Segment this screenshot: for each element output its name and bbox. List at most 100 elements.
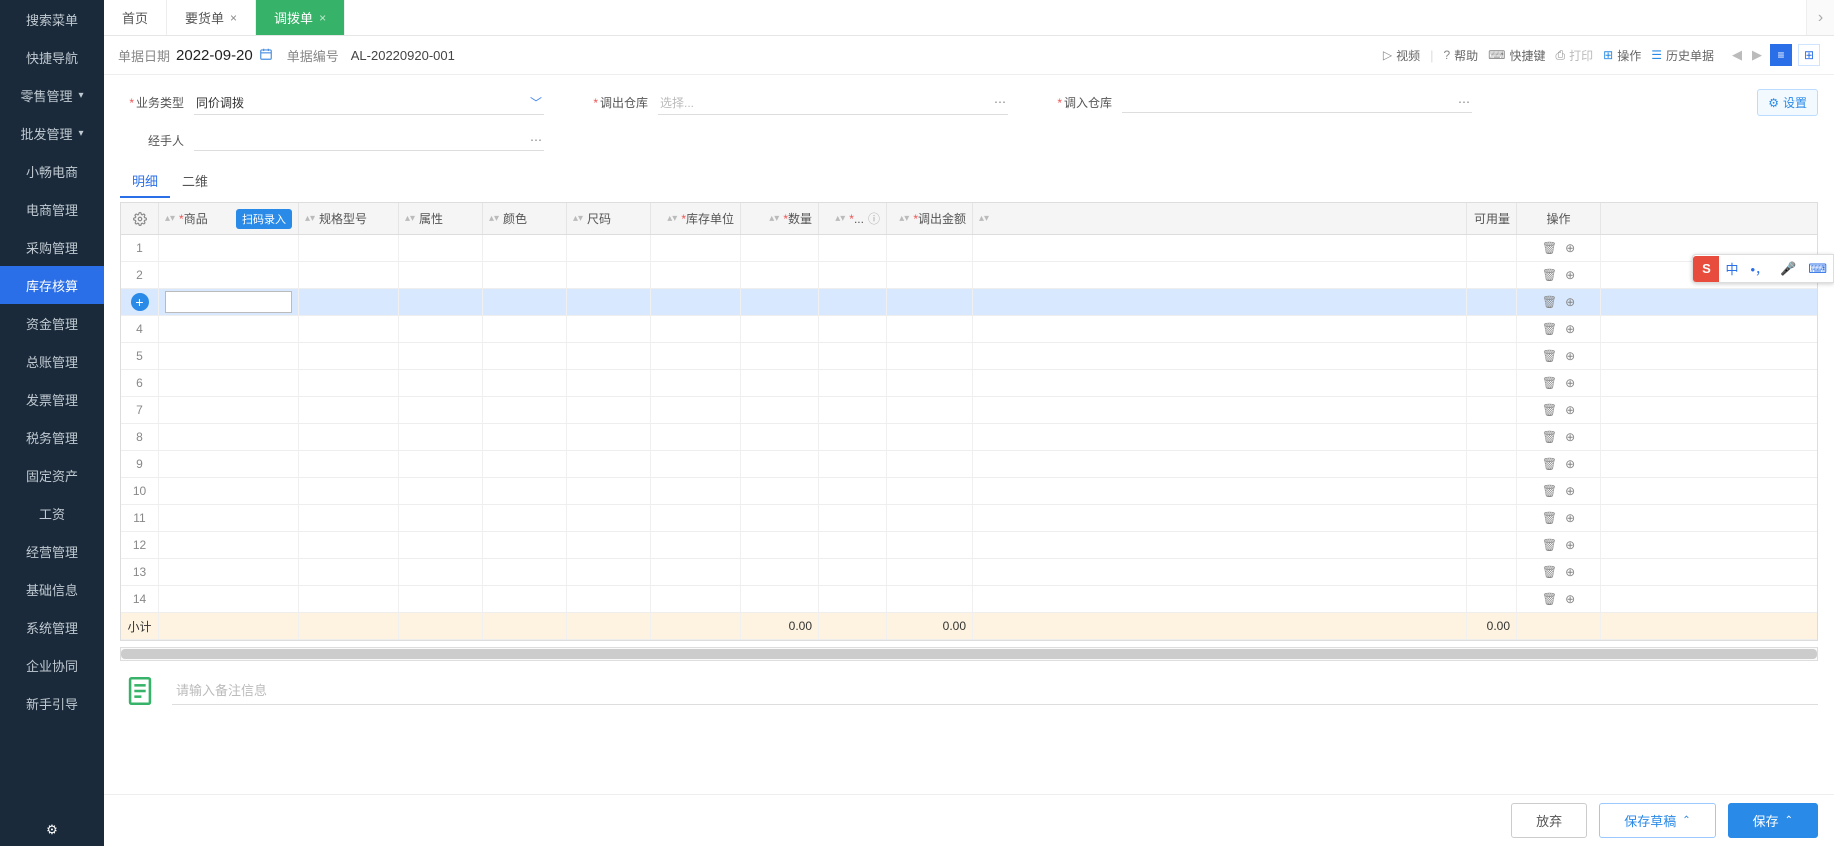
shortcut-button[interactable]: ⌨快捷键 bbox=[1488, 47, 1545, 64]
cell[interactable] bbox=[299, 397, 399, 423]
table-row[interactable]: 5🗑⊕ bbox=[121, 343, 1817, 370]
cell[interactable] bbox=[819, 343, 887, 369]
ime-mic-icon[interactable]: 🎤 bbox=[1774, 257, 1802, 281]
prev-doc-button[interactable]: ◀ bbox=[1730, 47, 1744, 63]
insert-row-icon[interactable]: ⊕ bbox=[1565, 322, 1575, 336]
cell[interactable] bbox=[651, 235, 741, 261]
cell[interactable] bbox=[973, 343, 1467, 369]
cell[interactable] bbox=[1467, 586, 1517, 612]
sort-icon[interactable]: ▴▾ bbox=[573, 216, 583, 221]
table-row[interactable]: 12🗑⊕ bbox=[121, 532, 1817, 559]
cell[interactable] bbox=[741, 424, 819, 450]
cell[interactable] bbox=[567, 289, 651, 315]
cell[interactable] bbox=[399, 397, 483, 423]
insert-row-icon[interactable]: ⊕ bbox=[1565, 430, 1575, 444]
col-qty[interactable]: ▴▾*数量 bbox=[741, 203, 819, 234]
cell[interactable] bbox=[483, 451, 567, 477]
cell[interactable] bbox=[973, 478, 1467, 504]
cell[interactable] bbox=[819, 289, 887, 315]
cell[interactable] bbox=[887, 289, 973, 315]
insert-row-icon[interactable]: ⊕ bbox=[1565, 565, 1575, 579]
table-row[interactable]: 6🗑⊕ bbox=[121, 370, 1817, 397]
cell[interactable] bbox=[973, 451, 1467, 477]
sidebar-item-6[interactable]: 采购管理 bbox=[0, 228, 104, 266]
cell[interactable] bbox=[887, 262, 973, 288]
list-view-button[interactable]: ≡ bbox=[1770, 44, 1792, 66]
cell[interactable] bbox=[973, 235, 1467, 261]
cell[interactable] bbox=[651, 397, 741, 423]
cell[interactable] bbox=[299, 235, 399, 261]
cell[interactable] bbox=[159, 370, 299, 396]
cell[interactable] bbox=[651, 451, 741, 477]
col-attr[interactable]: ▴▾属性 bbox=[399, 203, 483, 234]
insert-row-icon[interactable]: ⊕ bbox=[1565, 457, 1575, 471]
tab-1[interactable]: 要货单× bbox=[167, 0, 256, 35]
product-cell-input[interactable] bbox=[165, 291, 292, 313]
cell[interactable] bbox=[299, 262, 399, 288]
cell[interactable] bbox=[159, 397, 299, 423]
cell[interactable] bbox=[299, 505, 399, 531]
cell[interactable] bbox=[973, 505, 1467, 531]
col-available[interactable]: 可用量 bbox=[1467, 203, 1517, 234]
biz-type-select[interactable]: 同价调拨 ﹀ bbox=[194, 91, 544, 115]
cell[interactable] bbox=[399, 343, 483, 369]
delete-row-icon[interactable]: 🗑 bbox=[1542, 376, 1557, 390]
cell[interactable] bbox=[399, 424, 483, 450]
cell[interactable] bbox=[299, 451, 399, 477]
tab-matrix[interactable]: 二维 bbox=[170, 165, 220, 198]
out-store-select[interactable]: 选择... ⋯ bbox=[658, 91, 1008, 115]
cell[interactable] bbox=[159, 478, 299, 504]
delete-row-icon[interactable]: 🗑 bbox=[1542, 295, 1557, 309]
cell[interactable] bbox=[567, 370, 651, 396]
cell[interactable] bbox=[1467, 316, 1517, 342]
delete-row-icon[interactable]: 🗑 bbox=[1542, 511, 1557, 525]
cell[interactable] bbox=[819, 370, 887, 396]
insert-row-icon[interactable]: ⊕ bbox=[1565, 511, 1575, 525]
cell[interactable] bbox=[1467, 559, 1517, 585]
cell[interactable] bbox=[483, 559, 567, 585]
cell[interactable] bbox=[651, 532, 741, 558]
cell[interactable] bbox=[887, 397, 973, 423]
cell[interactable] bbox=[567, 316, 651, 342]
cell[interactable] bbox=[567, 262, 651, 288]
cell[interactable] bbox=[973, 424, 1467, 450]
cell[interactable] bbox=[299, 532, 399, 558]
cell[interactable] bbox=[651, 289, 741, 315]
ime-lang-toggle[interactable]: 中 bbox=[1719, 255, 1744, 282]
cell[interactable] bbox=[399, 586, 483, 612]
notes-input[interactable] bbox=[172, 677, 1818, 705]
col-size[interactable]: ▴▾尺码 bbox=[567, 203, 651, 234]
cell[interactable] bbox=[1467, 289, 1517, 315]
scrollbar-thumb[interactable] bbox=[121, 649, 1817, 659]
sidebar-item-18[interactable]: 新手引导 bbox=[0, 684, 104, 722]
delete-row-icon[interactable]: 🗑 bbox=[1542, 322, 1557, 336]
cell[interactable] bbox=[159, 586, 299, 612]
cell[interactable] bbox=[973, 316, 1467, 342]
cell[interactable] bbox=[399, 370, 483, 396]
cell[interactable] bbox=[819, 532, 887, 558]
col-color[interactable]: ▴▾颜色 bbox=[483, 203, 567, 234]
save-button[interactable]: 保存⌃ bbox=[1728, 803, 1818, 838]
cell[interactable] bbox=[299, 559, 399, 585]
sidebar-item-9[interactable]: 总账管理 bbox=[0, 342, 104, 380]
tab-detail[interactable]: 明细 bbox=[120, 165, 170, 198]
cell[interactable] bbox=[399, 316, 483, 342]
sort-icon[interactable]: ▴▾ bbox=[305, 216, 315, 221]
cell[interactable] bbox=[159, 235, 299, 261]
delete-row-icon[interactable]: 🗑 bbox=[1542, 457, 1557, 471]
sidebar-item-14[interactable]: 经营管理 bbox=[0, 532, 104, 570]
cell[interactable] bbox=[741, 505, 819, 531]
cell[interactable] bbox=[741, 397, 819, 423]
cell[interactable] bbox=[159, 316, 299, 342]
sort-icon[interactable]: ▴▾ bbox=[769, 216, 779, 221]
table-row[interactable]: 14🗑⊕ bbox=[121, 586, 1817, 613]
delete-row-icon[interactable]: 🗑 bbox=[1542, 349, 1557, 363]
cell[interactable] bbox=[483, 424, 567, 450]
cell[interactable] bbox=[973, 397, 1467, 423]
cell[interactable] bbox=[973, 532, 1467, 558]
cell[interactable] bbox=[887, 478, 973, 504]
cell[interactable] bbox=[399, 532, 483, 558]
video-button[interactable]: ▷视频 bbox=[1383, 47, 1420, 64]
scan-input-button[interactable]: 扫码录入 bbox=[236, 209, 292, 229]
cell[interactable] bbox=[567, 532, 651, 558]
